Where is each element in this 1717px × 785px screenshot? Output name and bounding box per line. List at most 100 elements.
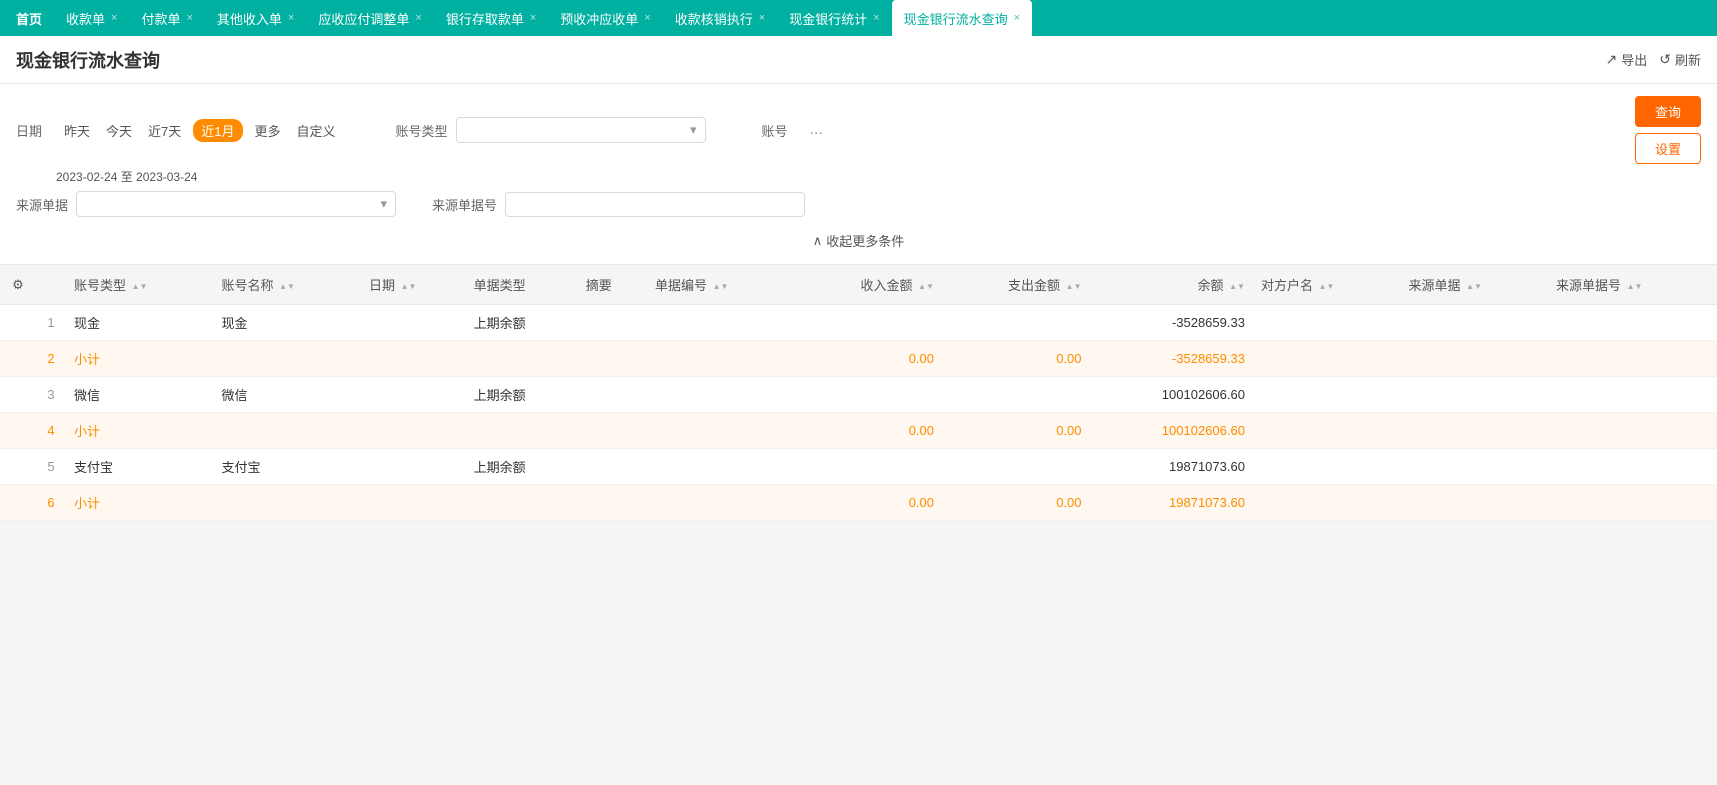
date-opt-yesterday[interactable]: 昨天 [60,119,94,142]
refresh-button[interactable]: ↺ 刷新 [1659,50,1701,69]
td-summary [578,449,647,485]
table-row[interactable]: 1现金现金上期余额-3528659.33 [0,305,1717,341]
td-balance: 100102606.60 [1090,377,1253,413]
table-row[interactable]: 2小计0.000.00-3528659.33 [0,341,1717,377]
td-row-num: 6 [36,485,66,521]
actions-column: 查询 设置 [1635,96,1701,164]
td-expense: 0.00 [942,413,1090,449]
td-income [795,305,943,341]
th-balance[interactable]: 余额 ▲▼ [1090,265,1253,305]
date-opt-custom[interactable]: 自定义 [293,119,340,142]
td-counter-party [1253,413,1401,449]
td-income [795,449,943,485]
td-source-doc [1400,377,1548,413]
nav-tab-other-income[interactable]: 其他收入单 × [205,0,306,36]
nav-tab-cash-bank-flow[interactable]: 现金银行流水查询 × [892,0,1032,36]
nav-tab-payment[interactable]: 付款单 × [129,0,204,36]
td-settings [0,449,36,485]
close-receipt-icon[interactable]: × [111,12,117,24]
td-settings [0,377,36,413]
td-income: 0.00 [795,485,943,521]
date-opt-1month[interactable]: 近1月 [193,119,242,142]
account-type-dropdown-icon: ▾ [690,122,697,138]
td-income: 0.00 [795,341,943,377]
nav-tab-cash-bank-flow-label: 现金银行流水查询 [904,9,1008,28]
source-doc-no-input[interactable] [505,192,805,217]
table-row[interactable]: 5支付宝支付宝上期余额19871073.60 [0,449,1717,485]
filter-row-2: 来源单据 ▾ 来源单据号 [16,191,1701,217]
th-account-name[interactable]: 账号名称 ▲▼ [214,265,362,305]
export-icon: ↗ [1606,51,1618,68]
table-row[interactable]: 4小计0.000.00100102606.60 [0,413,1717,449]
collapse-arrow-icon: ∧ [813,233,823,249]
th-account-type[interactable]: 账号类型 ▲▼ [66,265,214,305]
th-doc-no[interactable]: 单据编号 ▲▼ [647,265,795,305]
account-type-select[interactable]: ▾ [456,117,706,143]
table-body: 1现金现金上期余额-3528659.332小计0.000.00-3528659.… [0,305,1717,521]
date-opt-more[interactable]: 更多 [251,119,285,142]
query-button[interactable]: 查询 [1635,96,1701,127]
table-row[interactable]: 3微信微信上期余额100102606.60 [0,377,1717,413]
source-doc-select[interactable]: ▾ [76,191,396,217]
th-row-num [36,265,66,305]
td-doc-no [647,341,795,377]
nav-tab-home[interactable]: 首页 [4,0,54,36]
td-account-name: 微信 [214,377,362,413]
nav-tab-ar-adjust[interactable]: 应收应付调整单 × [306,0,433,36]
nav-tab-bank-deposit[interactable]: 银行存取款单 × [434,0,548,36]
collapse-row[interactable]: ∧ 收起更多条件 [16,225,1701,252]
th-source-doc[interactable]: 来源单据 ▲▼ [1400,265,1548,305]
data-table-wrap: ⚙ 账号类型 ▲▼ 账号名称 ▲▼ 日期 ▲▼ 单据类型 摘 [0,265,1717,521]
td-doc-type: 上期余额 [466,449,578,485]
th-income[interactable]: 收入金额 ▲▼ [795,265,943,305]
td-source-doc [1400,449,1548,485]
td-summary [578,341,647,377]
th-source-doc-no[interactable]: 来源单据号 ▲▼ [1548,265,1717,305]
td-expense [942,305,1090,341]
close-cash-bank-flow-icon[interactable]: × [1014,12,1020,24]
nav-tab-ar-adjust-label: 应收应付调整单 [318,9,409,28]
td-settings [0,413,36,449]
date-opt-7days[interactable]: 近7天 [144,119,185,142]
td-expense [942,449,1090,485]
export-button[interactable]: ↗ 导出 [1606,50,1648,69]
td-date [361,377,466,413]
nav-tab-collect-exec[interactable]: 收款核销执行 × [663,0,777,36]
td-income [795,377,943,413]
close-payment-icon[interactable]: × [186,12,192,24]
nav-tab-receipt[interactable]: 收款单 × [54,0,129,36]
page-title: 现金银行流水查询 [16,47,160,73]
td-counter-party [1253,305,1401,341]
th-date[interactable]: 日期 ▲▼ [361,265,466,305]
td-summary [578,413,647,449]
close-prepay-icon[interactable]: × [644,12,650,24]
account-ellipsis-btn[interactable]: ... [806,121,827,139]
td-doc-no [647,377,795,413]
td-expense: 0.00 [942,485,1090,521]
close-other-income-icon[interactable]: × [288,12,294,24]
td-balance: 19871073.60 [1090,449,1253,485]
close-collect-exec-icon[interactable]: × [759,12,765,24]
td-doc-no [647,305,795,341]
nav-tab-cash-bank-stat[interactable]: 现金银行统计 × [777,0,891,36]
date-opt-today[interactable]: 今天 [102,119,136,142]
td-row-num: 1 [36,305,66,341]
close-bank-deposit-icon[interactable]: × [530,12,536,24]
td-doc-no [647,485,795,521]
td-doc-no [647,413,795,449]
close-cash-bank-stat-icon[interactable]: × [873,12,879,24]
td-account-name: 支付宝 [214,449,362,485]
nav-tab-prepay[interactable]: 预收冲应收单 × [548,0,662,36]
th-expense[interactable]: 支出金额 ▲▼ [942,265,1090,305]
th-counter-party[interactable]: 对方户名 ▲▼ [1253,265,1401,305]
sort-account-name-icon: ▲▼ [279,283,295,291]
collapse-label: 收起更多条件 [826,231,904,250]
date-options: 昨天 今天 近7天 近1月 更多 自定义 [60,119,340,142]
date-filter-group: 日期 昨天 今天 近7天 近1月 更多 自定义 [16,119,340,142]
filter-row-date-range: 2023-02-24 至 2023-03-24 [52,168,1701,185]
td-row-num: 4 [36,413,66,449]
table-row[interactable]: 6小计0.000.0019871073.60 [0,485,1717,521]
th-settings[interactable]: ⚙ [0,265,36,305]
close-ar-adjust-icon[interactable]: × [415,12,421,24]
settings-button[interactable]: 设置 [1635,133,1701,164]
